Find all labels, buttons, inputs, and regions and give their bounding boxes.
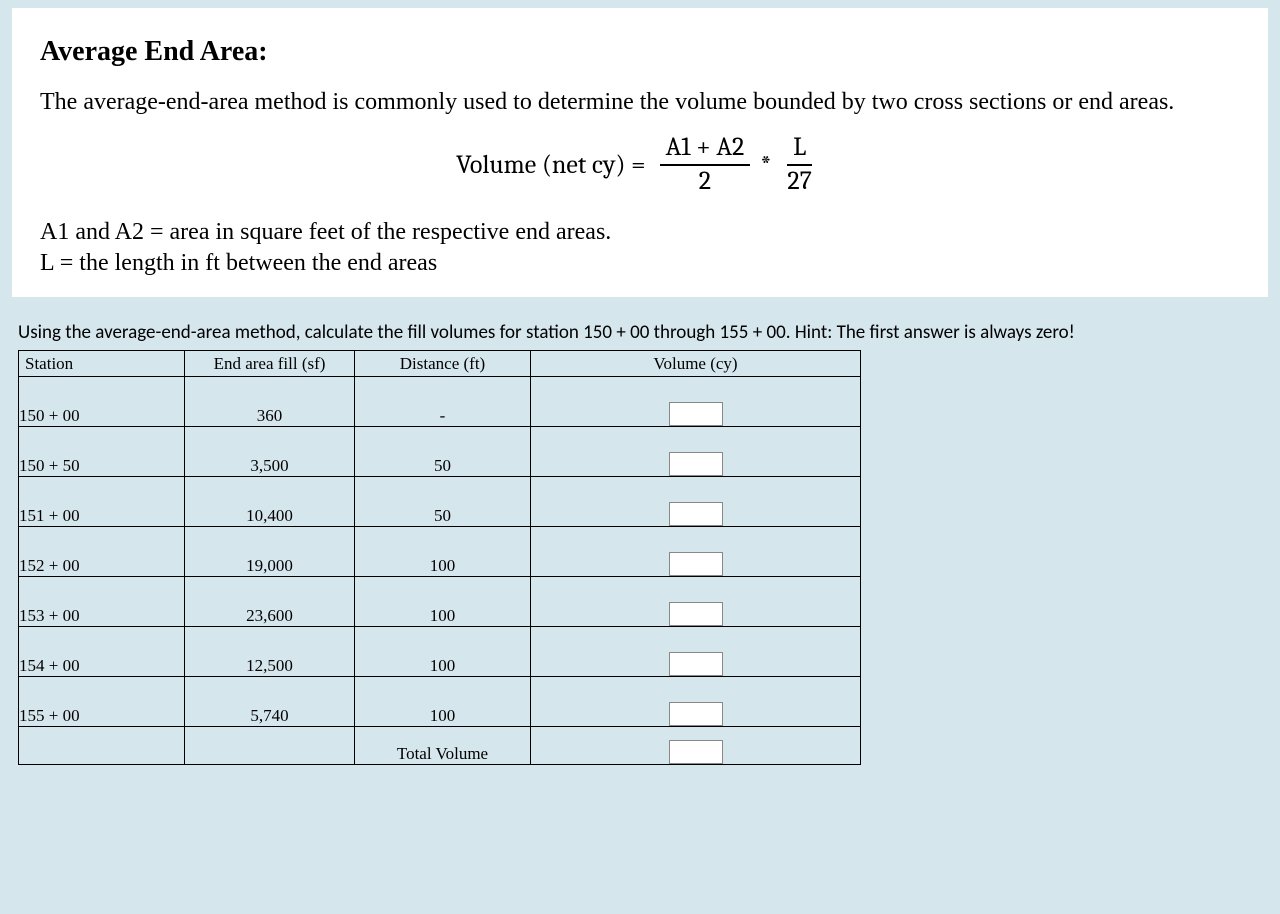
cell-distance: 50	[355, 427, 531, 477]
cell-distance: 100	[355, 627, 531, 677]
cell-volume	[531, 527, 861, 577]
volume-input[interactable]	[669, 602, 723, 626]
definition-l: L = the length in ft between the end are…	[40, 248, 1240, 279]
table-row: 150 + 50 3,500 50	[19, 427, 861, 477]
cell-distance: 50	[355, 477, 531, 527]
table-row: 151 + 00 10,400 50	[19, 477, 861, 527]
cell-station: 153 + 00	[19, 577, 185, 627]
cell-area: 360	[185, 377, 355, 427]
cell-volume	[531, 377, 861, 427]
cell-empty	[185, 727, 355, 765]
table-row: 152 + 00 19,000 100	[19, 527, 861, 577]
formula-fraction-1: A1 + A2 2	[660, 134, 751, 195]
cell-volume	[531, 677, 861, 727]
cell-station: 155 + 00	[19, 677, 185, 727]
cell-station: 152 + 00	[19, 527, 185, 577]
cell-area: 12,500	[185, 627, 355, 677]
cell-station: 150 + 50	[19, 427, 185, 477]
table-row: 153 + 00 23,600 100	[19, 577, 861, 627]
frac1-denominator: 2	[693, 166, 717, 195]
question-instruction: Using the average-end-area method, calcu…	[18, 321, 1268, 344]
header-distance: Distance (ft)	[355, 351, 531, 377]
card-heading: Average End Area:	[40, 36, 1240, 68]
cell-area: 5,740	[185, 677, 355, 727]
frac2-numerator: L	[787, 134, 812, 165]
volume-input[interactable]	[669, 702, 723, 726]
table-total-row: Total Volume	[19, 727, 861, 765]
frac1-numerator: A1 + A2	[660, 134, 751, 165]
volume-table: Station End area fill (sf) Distance (ft)…	[18, 350, 861, 765]
cell-station: 154 + 00	[19, 627, 185, 677]
cell-distance: -	[355, 377, 531, 427]
cell-area: 10,400	[185, 477, 355, 527]
explanation-card: Average End Area: The average-end-area m…	[12, 8, 1268, 297]
header-area: End area fill (sf)	[185, 351, 355, 377]
cell-station: 150 + 00	[19, 377, 185, 427]
cell-area: 19,000	[185, 527, 355, 577]
page-container: Average End Area: The average-end-area m…	[0, 0, 1280, 777]
cell-station: 151 + 00	[19, 477, 185, 527]
cell-area: 3,500	[185, 427, 355, 477]
volume-input[interactable]	[669, 402, 723, 426]
cell-empty	[19, 727, 185, 765]
total-volume-label: Total Volume	[355, 727, 531, 765]
cell-volume	[531, 577, 861, 627]
header-volume: Volume (cy)	[531, 351, 861, 377]
table-header-row: Station End area fill (sf) Distance (ft)…	[19, 351, 861, 377]
formula-multiply: *	[760, 150, 771, 180]
cell-volume	[531, 427, 861, 477]
cell-volume	[531, 477, 861, 527]
volume-input[interactable]	[669, 652, 723, 676]
header-station: Station	[19, 351, 185, 377]
cell-distance: 100	[355, 577, 531, 627]
intro-text: The average-end-area method is commonly …	[40, 86, 1240, 118]
table-row: 155 + 00 5,740 100	[19, 677, 861, 727]
cell-distance: 100	[355, 527, 531, 577]
definitions: A1 and A2 = area in square feet of the r…	[40, 217, 1240, 279]
frac2-denominator: 27	[781, 166, 818, 195]
table-row: 150 + 00 360 -	[19, 377, 861, 427]
cell-area: 23,600	[185, 577, 355, 627]
total-volume-input[interactable]	[669, 740, 723, 764]
cell-total-volume	[531, 727, 861, 765]
table-row: 154 + 00 12,500 100	[19, 627, 861, 677]
cell-distance: 100	[355, 677, 531, 727]
volume-input[interactable]	[669, 452, 723, 476]
volume-input[interactable]	[669, 552, 723, 576]
volume-input[interactable]	[669, 502, 723, 526]
formula-lhs: Volume (net cy) =	[456, 150, 645, 180]
formula: Volume (net cy) = A1 + A2 2 * L 27	[40, 134, 1240, 195]
cell-volume	[531, 627, 861, 677]
definition-a1a2: A1 and A2 = area in square feet of the r…	[40, 217, 1240, 248]
formula-fraction-2: L 27	[781, 134, 818, 195]
